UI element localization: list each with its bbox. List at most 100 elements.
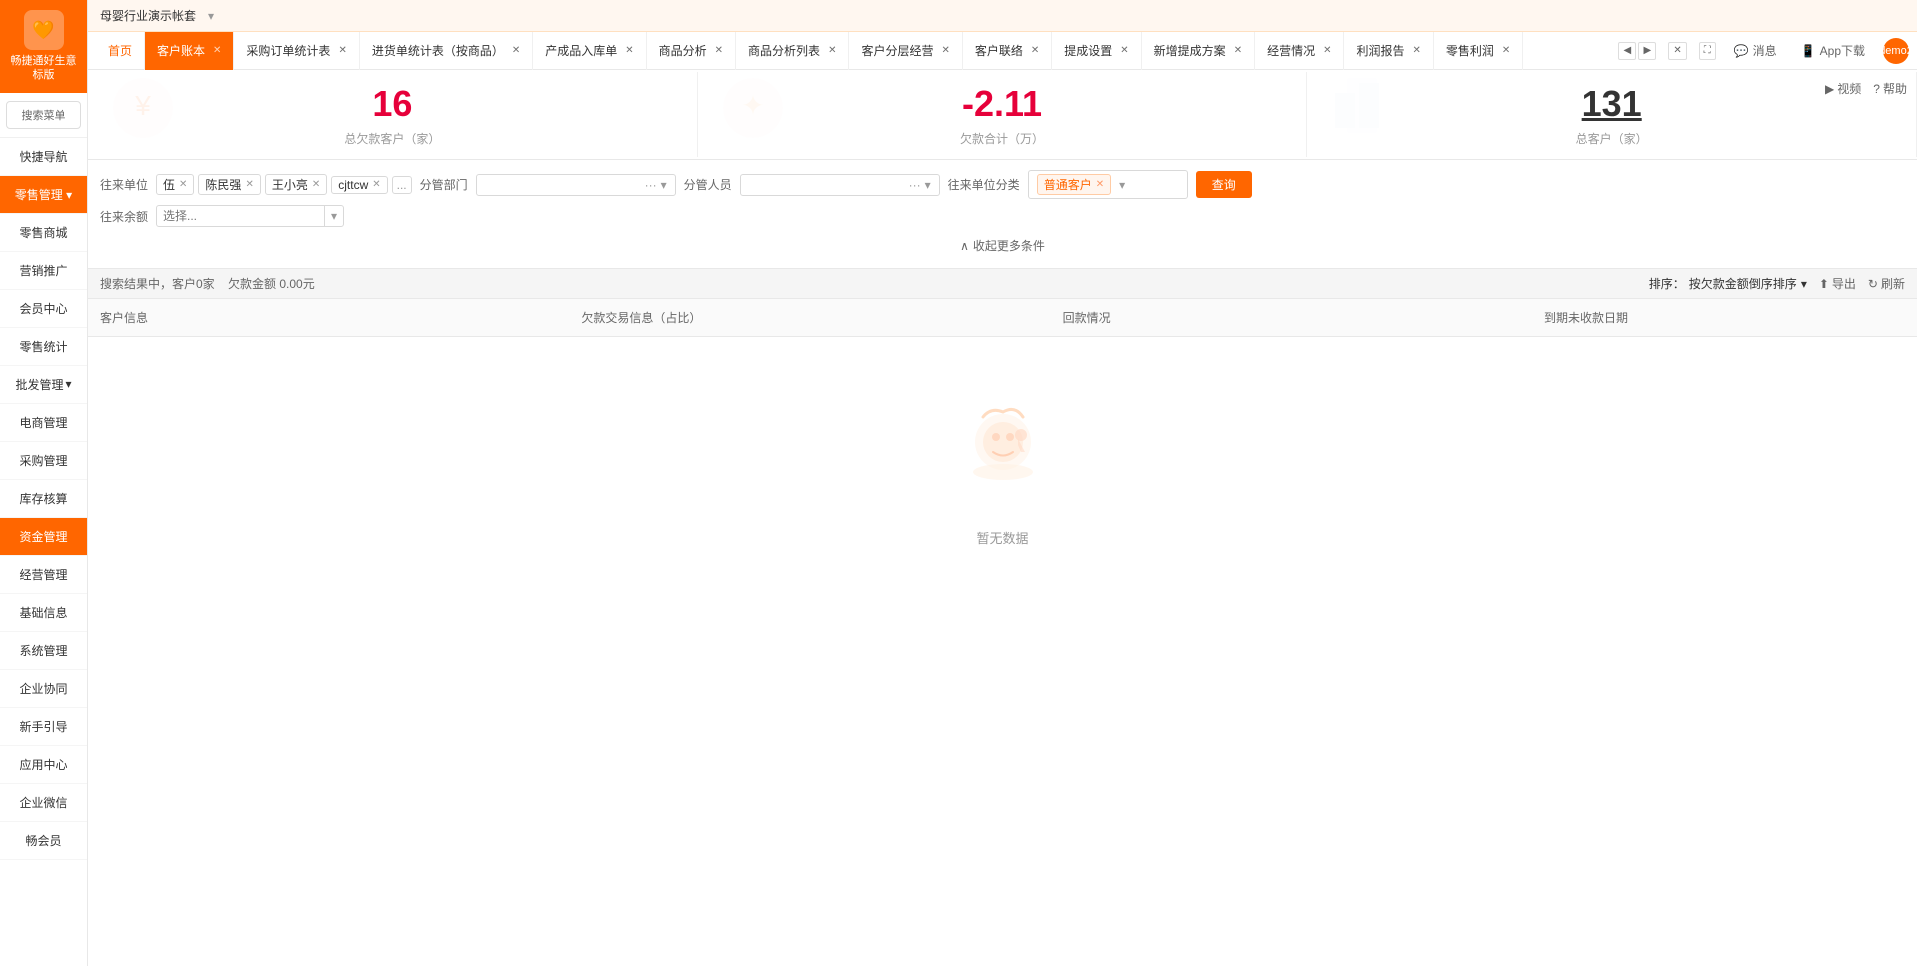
person-dropdown[interactable]: ··· ▾ [740, 174, 940, 196]
person-dropdown-dots: ··· [909, 178, 921, 192]
tab-scroll-right[interactable]: ▶ [1638, 42, 1656, 60]
sidebar-item-newbie[interactable]: 新手引导 [0, 708, 87, 746]
main-area: 母婴行业演示帐套 ▾ 首页 客户账本 ✕ 采购订单统计表 ✕ 进货单统计表（按商… [88, 0, 1917, 966]
remove-tag-wang[interactable]: ✕ [312, 179, 320, 190]
sidebar-item-retail-stats[interactable]: 零售统计 [0, 328, 87, 366]
sidebar-item-base-info[interactable]: 基础信息 [0, 594, 87, 632]
sidebar-item-retail-shop[interactable]: 零售商城 [0, 214, 87, 252]
balance-dropdown-arrow[interactable]: ▾ [324, 206, 343, 226]
filter-tag-chen: 陈民强 ✕ [198, 174, 260, 195]
sidebar-item-app-center[interactable]: 应用中心 [0, 746, 87, 784]
unit-class-arrow: ▾ [1119, 178, 1125, 192]
tab-home[interactable]: 首页 [96, 32, 145, 70]
close-tab-product-inbound[interactable]: ✕ [625, 45, 633, 56]
filter-row-2: 往来余额 ▾ [100, 205, 1905, 227]
sidebar-item-quick-nav[interactable]: 快捷导航 [0, 138, 87, 176]
filter-row-1: 往来单位 伍 ✕ 陈民强 ✕ 王小亮 ✕ cjttcw ✕ ... [100, 170, 1905, 199]
help-btn[interactable]: ? 帮助 [1873, 80, 1907, 97]
refresh-button[interactable]: ↻ 刷新 [1868, 275, 1905, 292]
tab-new-promotion[interactable]: 新增提成方案 ✕ [1142, 32, 1255, 70]
sidebar-item-operation[interactable]: 经营管理 [0, 556, 87, 594]
tab-maximize[interactable]: ⛶ [1699, 42, 1716, 60]
sidebar-logo[interactable]: 🧡 畅捷通好生意 标版 [0, 0, 87, 93]
tab-purchase-order-stats[interactable]: 采购订单统计表 ✕ [234, 32, 359, 70]
filter-more-tags[interactable]: ... [392, 176, 412, 194]
close-tab-profit-report[interactable]: ✕ [1413, 45, 1421, 56]
close-tab-inbound[interactable]: ✕ [512, 45, 520, 56]
close-tab-promotion-settings[interactable]: ✕ [1120, 45, 1128, 56]
close-tab-customer-contact[interactable]: ✕ [1031, 45, 1039, 56]
filter-collapse-row: ∧ 收起更多条件 [100, 233, 1905, 258]
tab-scroll-left[interactable]: ◀ [1618, 42, 1636, 60]
sub-navbar-dropdown-arrow[interactable]: ▾ [208, 9, 214, 23]
empty-text: 暂无数据 [976, 528, 1028, 547]
remove-tag-chen[interactable]: ✕ [245, 179, 253, 190]
tab-inbound-stats[interactable]: 进货单统计表（按商品） ✕ [360, 32, 533, 70]
logo-text: 畅捷通好生意 标版 [11, 54, 77, 83]
close-tab-retail-profit[interactable]: ✕ [1502, 45, 1510, 56]
sidebar-item-enterprise[interactable]: 企业协同 [0, 670, 87, 708]
close-tab-customer-book[interactable]: ✕ [213, 45, 221, 56]
close-tab-product-analysis[interactable]: ✕ [715, 45, 723, 56]
stat-value-total-customers[interactable]: 131 [1582, 82, 1642, 125]
close-tab-product-analysis-list[interactable]: ✕ [828, 45, 836, 56]
export-button[interactable]: ⬆ 导出 [1819, 275, 1856, 292]
balance-dropdown[interactable]: ▾ [156, 205, 344, 227]
sort-arrow-icon[interactable]: ▾ [1801, 277, 1807, 291]
sidebar-item-wechat[interactable]: 企业微信 [0, 784, 87, 822]
sidebar-item-vip[interactable]: 畅会员 [0, 822, 87, 860]
filter-tag-cjttcw: cjttcw ✕ [331, 176, 387, 194]
remove-selected-tag[interactable]: ✕ [1096, 179, 1104, 190]
sidebar-item-marketing[interactable]: 营销推广 [0, 252, 87, 290]
video-btn[interactable]: ▶ 视频 [1825, 80, 1861, 97]
tab-promotion-settings[interactable]: 提成设置 ✕ [1052, 32, 1141, 70]
remove-tag-wu[interactable]: ✕ [179, 179, 187, 190]
sidebar-item-inventory[interactable]: 库存核算 [0, 480, 87, 518]
sidebar-item-system[interactable]: 系统管理 [0, 632, 87, 670]
balance-input[interactable] [157, 206, 324, 226]
tab-operation-status[interactable]: 经营情况 ✕ [1255, 32, 1344, 70]
message-button[interactable]: 💬 消息 [1728, 40, 1783, 61]
sidebar-item-member-center[interactable]: 会员中心 [0, 290, 87, 328]
sidebar-item-purchase-mgmt[interactable]: 采购管理 [0, 442, 87, 480]
top-navbar: 首页 客户账本 ✕ 采购订单统计表 ✕ 进货单统计表（按商品） ✕ 产成品入库单… [88, 32, 1917, 70]
tab-retail-profit[interactable]: 零售利润 ✕ [1434, 32, 1523, 70]
unit-class-filter-label: 往来单位分类 [948, 176, 1020, 193]
results-bar: 搜索结果中，客户0家 欠款金额 0.00元 排序： 按欠款金额倒序排序 ▾ ⬆ … [88, 269, 1917, 299]
tab-product-inbound[interactable]: 产成品入库单 ✕ [533, 32, 646, 70]
tab-profit-report[interactable]: 利润报告 ✕ [1344, 32, 1433, 70]
sidebar-item-ecommerce[interactable]: 电商管理 [0, 404, 87, 442]
close-tab-purchase-order[interactable]: ✕ [338, 45, 346, 56]
tab-product-analysis[interactable]: 商品分析 ✕ [647, 32, 736, 70]
remove-tag-cjttcw[interactable]: ✕ [372, 179, 380, 190]
results-sort: 排序： 按欠款金额倒序排序 ▾ [1649, 275, 1807, 292]
tab-close-all[interactable]: ✕ [1668, 42, 1686, 60]
search-menu-button[interactable]: 搜索菜单 [6, 101, 81, 129]
filter-tag-wu: 伍 ✕ [156, 174, 194, 195]
tab-customer-contact[interactable]: 客户联络 ✕ [963, 32, 1052, 70]
tab-product-analysis-list[interactable]: 商品分析列表 ✕ [736, 32, 849, 70]
video-icon: ▶ [1825, 82, 1834, 96]
close-tab-operation[interactable]: ✕ [1323, 45, 1331, 56]
refresh-icon: ↻ [1868, 277, 1878, 291]
tab-customer-book[interactable]: 客户账本 ✕ [145, 32, 234, 70]
svg-text:✦: ✦ [741, 90, 764, 121]
app-download-button[interactable]: 📱 App下载 [1795, 40, 1871, 61]
sidebar-item-finance[interactable]: 资金管理 [0, 518, 87, 556]
tab-customer-segment[interactable]: 客户分层经营 ✕ [849, 32, 962, 70]
help-icon: ? [1873, 82, 1880, 96]
filter-bar: 往来单位 伍 ✕ 陈民强 ✕ 王小亮 ✕ cjttcw ✕ ... [88, 160, 1917, 269]
close-tab-new-promotion[interactable]: ✕ [1234, 45, 1242, 56]
stats-bar: ¥ 16 总欠款客户（家） ✦ -2.11 欠款合计（万） [88, 70, 1917, 160]
dept-filter-label: 分管部门 [420, 176, 468, 193]
sub-navbar: 母婴行业演示帐套 ▾ [88, 0, 1917, 32]
dept-dropdown[interactable]: ··· ▾ [476, 174, 676, 196]
sidebar-item-wholesale-mgmt[interactable]: 批发管理▾ [0, 366, 87, 404]
close-tab-customer-segment[interactable]: ✕ [941, 45, 949, 56]
unit-class-dropdown[interactable]: 普通客户 ✕ ▾ [1028, 170, 1188, 199]
user-avatar[interactable]: demo2 [1883, 38, 1909, 64]
sidebar-item-retail-mgmt[interactable]: 零售管理 ▾ [0, 176, 87, 214]
collapse-button[interactable]: ∧ 收起更多条件 [960, 233, 1045, 258]
query-button[interactable]: 查询 [1196, 171, 1252, 198]
col-repayment: 回款情况 [1063, 309, 1544, 326]
